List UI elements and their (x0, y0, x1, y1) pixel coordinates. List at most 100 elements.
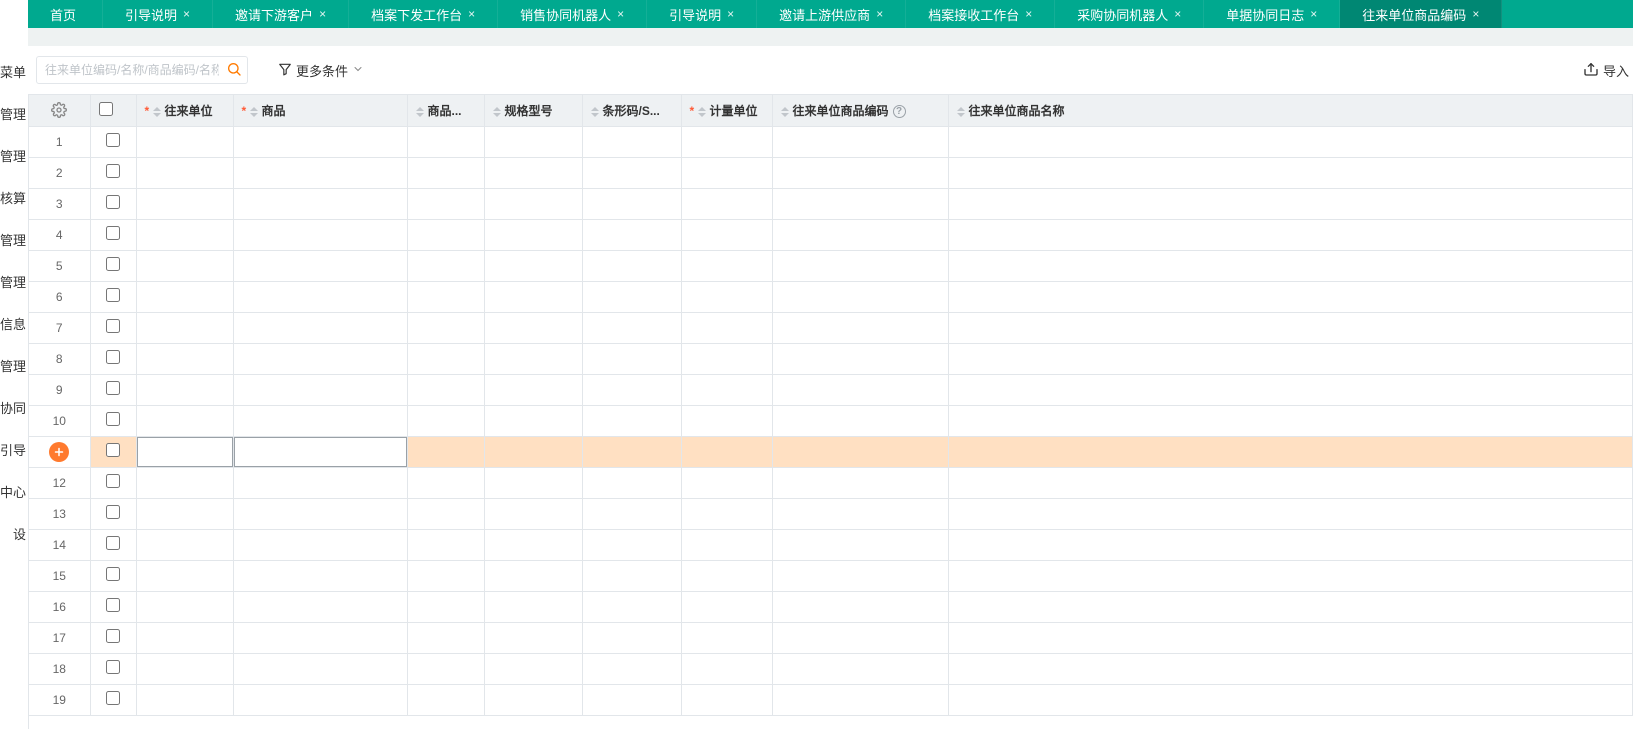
table-cell[interactable] (136, 374, 233, 405)
sidebar-item[interactable]: 协同 (0, 388, 28, 430)
row-checkbox-cell[interactable] (90, 653, 136, 684)
table-cell[interactable] (484, 126, 582, 157)
row-checkbox[interactable] (106, 226, 120, 240)
row-checkbox-cell[interactable] (90, 622, 136, 653)
table-cell[interactable] (948, 529, 1633, 560)
close-icon[interactable]: × (319, 7, 326, 21)
table-cell[interactable] (582, 188, 681, 219)
sidebar-item[interactable]: 管理 (0, 262, 28, 304)
table-cell[interactable] (233, 157, 407, 188)
table-cell[interactable] (948, 312, 1633, 343)
close-icon[interactable]: × (617, 7, 624, 21)
table-cell[interactable] (582, 467, 681, 498)
cell-input[interactable] (137, 437, 233, 467)
sidebar-item[interactable]: 管理 (0, 94, 28, 136)
table-row[interactable]: 9 (29, 374, 1633, 405)
col-header-spec[interactable]: 规格型号 (484, 95, 582, 126)
sidebar-item[interactable]: 管理 (0, 220, 28, 262)
tab-5[interactable]: 引导说明× (647, 0, 757, 28)
table-cell[interactable] (407, 622, 484, 653)
table-cell[interactable] (136, 312, 233, 343)
table-cell[interactable] (948, 498, 1633, 529)
table-cell[interactable] (233, 560, 407, 591)
table-cell[interactable] (681, 281, 772, 312)
table-cell[interactable] (233, 312, 407, 343)
table-cell[interactable] (948, 250, 1633, 281)
table-cell[interactable] (772, 188, 948, 219)
table-cell[interactable] (582, 436, 681, 467)
add-row-cell[interactable] (29, 436, 90, 467)
table-cell[interactable] (233, 498, 407, 529)
table-row[interactable]: 5 (29, 250, 1633, 281)
table-cell[interactable] (233, 622, 407, 653)
table-cell[interactable] (582, 498, 681, 529)
settings-header[interactable] (29, 95, 90, 126)
table-cell[interactable] (948, 436, 1633, 467)
row-checkbox[interactable] (106, 691, 120, 705)
sidebar-item[interactable]: 管理 (0, 136, 28, 178)
table-row[interactable] (29, 436, 1633, 467)
select-all-header[interactable] (90, 95, 136, 126)
table-cell[interactable] (136, 560, 233, 591)
table-cell[interactable] (136, 653, 233, 684)
table-cell[interactable] (681, 529, 772, 560)
table-cell[interactable] (582, 219, 681, 250)
table-cell[interactable] (484, 281, 582, 312)
table-cell[interactable] (948, 405, 1633, 436)
tab-2[interactable]: 邀请下游客户× (213, 0, 349, 28)
table-cell[interactable] (407, 591, 484, 622)
table-cell[interactable] (772, 591, 948, 622)
table-cell[interactable] (484, 343, 582, 374)
table-row[interactable]: 18 (29, 653, 1633, 684)
table-cell[interactable] (136, 529, 233, 560)
row-checkbox[interactable] (106, 505, 120, 519)
table-cell[interactable] (233, 653, 407, 684)
table-cell[interactable] (582, 250, 681, 281)
table-cell[interactable] (484, 436, 582, 467)
table-cell[interactable] (484, 219, 582, 250)
table-cell[interactable] (772, 343, 948, 374)
table-cell[interactable] (772, 219, 948, 250)
table-cell[interactable] (681, 405, 772, 436)
table-cell[interactable] (582, 157, 681, 188)
table-cell[interactable] (681, 498, 772, 529)
table-cell[interactable] (484, 684, 582, 715)
table-cell[interactable] (407, 343, 484, 374)
table-row[interactable]: 2 (29, 157, 1633, 188)
export-button[interactable]: 导入 (1583, 61, 1629, 80)
table-cell[interactable] (582, 281, 681, 312)
row-checkbox-cell[interactable] (90, 343, 136, 374)
table-cell[interactable] (136, 436, 233, 467)
table-cell[interactable] (582, 405, 681, 436)
table-cell[interactable] (948, 281, 1633, 312)
table-cell[interactable] (772, 250, 948, 281)
table-cell[interactable] (233, 250, 407, 281)
row-checkbox[interactable] (106, 412, 120, 426)
table-cell[interactable] (681, 684, 772, 715)
table-cell[interactable] (681, 219, 772, 250)
table-cell[interactable] (407, 312, 484, 343)
table-cell[interactable] (681, 374, 772, 405)
table-cell[interactable] (948, 126, 1633, 157)
sidebar-item[interactable]: 信息 (0, 304, 28, 346)
table-cell[interactable] (772, 374, 948, 405)
table-row[interactable]: 1 (29, 126, 1633, 157)
table-row[interactable]: 3 (29, 188, 1633, 219)
table-cell[interactable] (484, 250, 582, 281)
table-cell[interactable] (772, 622, 948, 653)
table-cell[interactable] (772, 560, 948, 591)
table-cell[interactable] (233, 591, 407, 622)
close-icon[interactable]: × (1472, 7, 1479, 21)
table-cell[interactable] (233, 126, 407, 157)
table-cell[interactable] (136, 343, 233, 374)
table-cell[interactable] (233, 436, 407, 467)
table-row[interactable]: 13 (29, 498, 1633, 529)
table-cell[interactable] (948, 653, 1633, 684)
table-cell[interactable] (407, 436, 484, 467)
table-cell[interactable] (681, 250, 772, 281)
table-cell[interactable] (772, 684, 948, 715)
more-conditions-button[interactable]: 更多条件 (278, 61, 368, 80)
search-input[interactable] (36, 56, 248, 84)
table-cell[interactable] (407, 250, 484, 281)
row-checkbox[interactable] (106, 350, 120, 364)
